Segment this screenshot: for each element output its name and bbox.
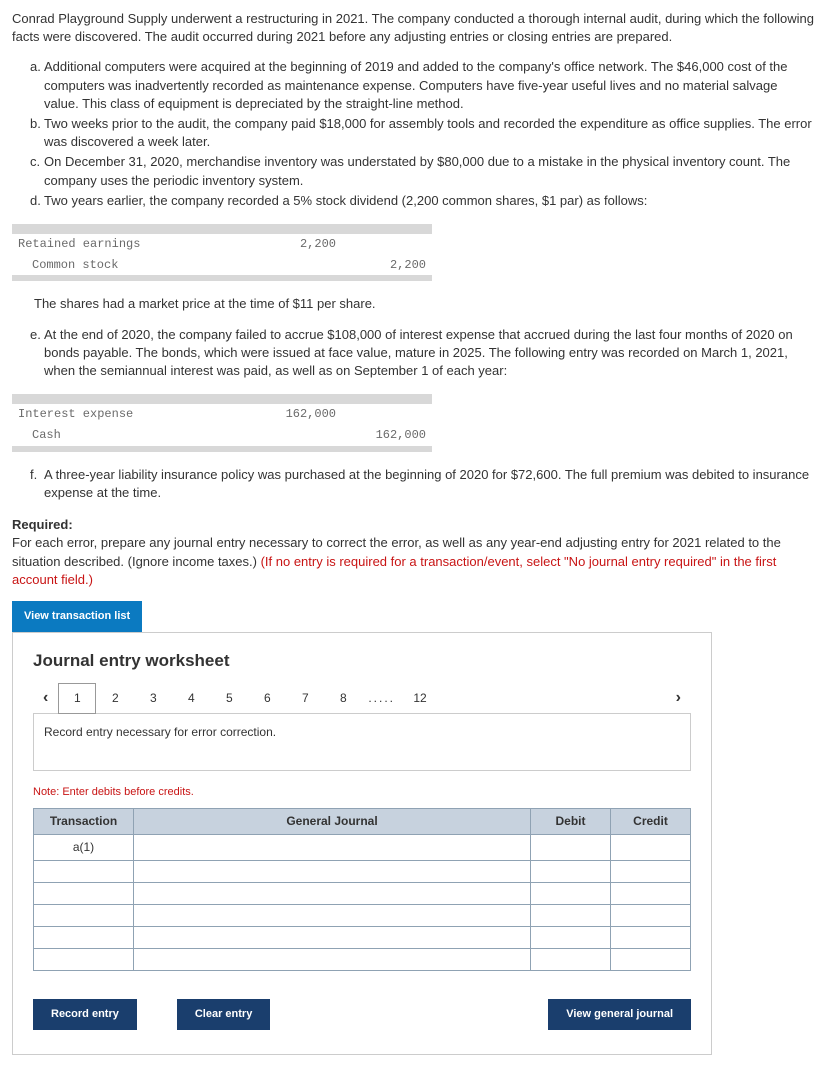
worksheet-title: Journal entry worksheet bbox=[33, 649, 691, 673]
item-b: b.Two weeks prior to the audit, the comp… bbox=[30, 115, 815, 151]
general-journal-cell[interactable] bbox=[134, 860, 531, 882]
fact-list: a.Additional computers were acquired at … bbox=[30, 58, 815, 210]
transaction-cell: a(1) bbox=[34, 835, 134, 861]
general-journal-cell[interactable] bbox=[134, 882, 531, 904]
general-journal-cell[interactable] bbox=[134, 904, 531, 926]
debit-cell[interactable] bbox=[531, 904, 611, 926]
general-journal-cell[interactable] bbox=[134, 948, 531, 970]
item-f: f.A three-year liability insurance polic… bbox=[30, 466, 815, 502]
next-chevron-icon[interactable]: › bbox=[666, 687, 691, 709]
item-a: a.Additional computers were acquired at … bbox=[30, 58, 815, 113]
tab-7[interactable]: 7 bbox=[286, 683, 324, 714]
clear-entry-button[interactable]: Clear entry bbox=[177, 999, 270, 1030]
tab-8[interactable]: 8 bbox=[324, 683, 362, 714]
entry-prompt: Record entry necessary for error correct… bbox=[33, 713, 691, 771]
credit-cell[interactable] bbox=[611, 948, 691, 970]
debit-cell[interactable] bbox=[531, 835, 611, 861]
d-sub-text: The shares had a market price at the tim… bbox=[34, 295, 815, 313]
tab-12[interactable]: 12 bbox=[401, 683, 439, 714]
table-row: a(1) bbox=[34, 835, 691, 861]
item-d: d.Two years earlier, the company recorde… bbox=[30, 192, 815, 210]
tab-5[interactable]: 5 bbox=[210, 683, 248, 714]
credit-cell[interactable] bbox=[611, 882, 691, 904]
tab-4[interactable]: 4 bbox=[172, 683, 210, 714]
table-row bbox=[34, 904, 691, 926]
tab-6[interactable]: 6 bbox=[248, 683, 286, 714]
intro-text: Conrad Playground Supply underwent a res… bbox=[12, 10, 815, 46]
col-general-journal: General Journal bbox=[134, 809, 531, 835]
ledger-interest-expense: Interest expense162,000 Cash162,000 bbox=[12, 394, 432, 452]
col-credit: Credit bbox=[611, 809, 691, 835]
record-entry-button[interactable]: Record entry bbox=[33, 999, 137, 1030]
fact-list-3: f.A three-year liability insurance polic… bbox=[30, 466, 815, 502]
view-general-journal-button[interactable]: View general journal bbox=[548, 999, 691, 1030]
table-row bbox=[34, 882, 691, 904]
journal-entry-table: Transaction General Journal Debit Credit… bbox=[33, 808, 691, 971]
view-transaction-list-button[interactable]: View transaction list bbox=[12, 601, 142, 632]
fact-list-2: e.At the end of 2020, the company failed… bbox=[30, 326, 815, 381]
credit-cell[interactable] bbox=[611, 860, 691, 882]
debits-before-credits-note: Note: Enter debits before credits. bbox=[33, 785, 691, 800]
table-row bbox=[34, 948, 691, 970]
debit-cell[interactable] bbox=[531, 882, 611, 904]
required-block: Required: For each error, prepare any jo… bbox=[12, 516, 815, 589]
tab-3[interactable]: 3 bbox=[134, 683, 172, 714]
debit-cell[interactable] bbox=[531, 926, 611, 948]
debit-cell[interactable] bbox=[531, 948, 611, 970]
item-c: c.On December 31, 2020, merchandise inve… bbox=[30, 153, 815, 189]
ledger-retained-earnings: Retained earnings2,200 Common stock2,200 bbox=[12, 224, 432, 282]
required-heading: Required: bbox=[12, 516, 815, 534]
credit-cell[interactable] bbox=[611, 835, 691, 861]
credit-cell[interactable] bbox=[611, 926, 691, 948]
item-e: e.At the end of 2020, the company failed… bbox=[30, 326, 815, 381]
journal-entry-worksheet: Journal entry worksheet ‹ 1 2 3 4 5 6 7 … bbox=[12, 632, 712, 1055]
col-transaction: Transaction bbox=[34, 809, 134, 835]
debit-cell[interactable] bbox=[531, 860, 611, 882]
table-row bbox=[34, 926, 691, 948]
prev-chevron-icon[interactable]: ‹ bbox=[33, 687, 58, 709]
table-row bbox=[34, 860, 691, 882]
credit-cell[interactable] bbox=[611, 904, 691, 926]
general-journal-cell[interactable] bbox=[134, 835, 531, 861]
tab-2[interactable]: 2 bbox=[96, 683, 134, 714]
tab-dots: ..... bbox=[362, 684, 401, 713]
col-debit: Debit bbox=[531, 809, 611, 835]
general-journal-cell[interactable] bbox=[134, 926, 531, 948]
tab-1[interactable]: 1 bbox=[58, 683, 96, 714]
worksheet-tab-bar: ‹ 1 2 3 4 5 6 7 8 ..... 12 › bbox=[33, 683, 691, 714]
